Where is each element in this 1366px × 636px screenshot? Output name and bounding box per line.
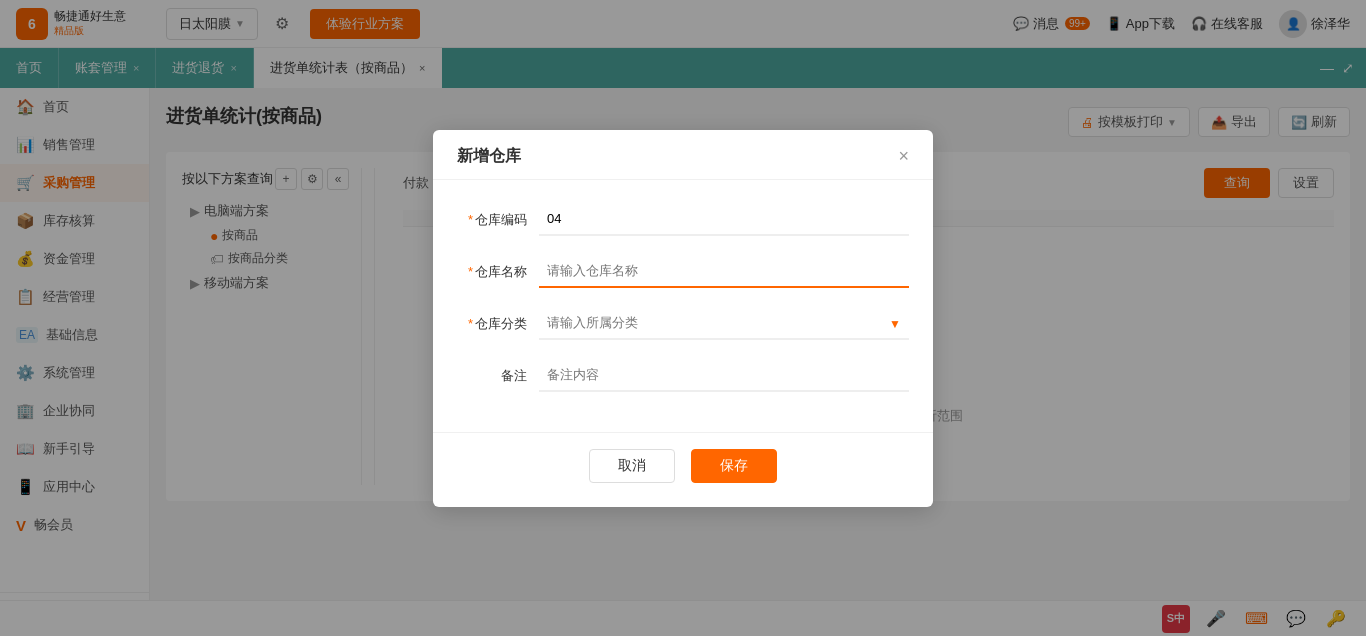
modal-overlay[interactable]: 新增仓库 × *仓库编码 *仓库名称 *仓库分类	[0, 0, 1366, 636]
form-row-name: *仓库名称	[457, 256, 909, 288]
note-input[interactable]	[539, 360, 909, 392]
note-label: 备注	[457, 367, 527, 385]
form-row-category: *仓库分类 ▼	[457, 308, 909, 340]
category-required-mark: *	[468, 316, 473, 331]
name-required-mark: *	[468, 264, 473, 279]
cancel-button[interactable]: 取消	[589, 449, 675, 483]
category-input[interactable]	[539, 308, 909, 340]
modal-close-button[interactable]: ×	[898, 146, 909, 167]
code-input[interactable]	[539, 204, 909, 236]
code-required-mark: *	[468, 212, 473, 227]
category-select-wrap: ▼	[539, 308, 909, 340]
modal-body: *仓库编码 *仓库名称 *仓库分类 ▼	[433, 180, 933, 424]
form-row-code: *仓库编码	[457, 204, 909, 236]
name-input[interactable]	[539, 256, 909, 288]
name-label: *仓库名称	[457, 263, 527, 281]
new-warehouse-modal: 新增仓库 × *仓库编码 *仓库名称 *仓库分类	[433, 130, 933, 507]
form-row-note: 备注	[457, 360, 909, 392]
save-button[interactable]: 保存	[691, 449, 777, 483]
modal-header: 新增仓库 ×	[433, 130, 933, 180]
code-label: *仓库编码	[457, 211, 527, 229]
category-label: *仓库分类	[457, 315, 527, 333]
modal-title: 新增仓库	[457, 146, 521, 167]
modal-footer: 取消 保存	[433, 432, 933, 507]
